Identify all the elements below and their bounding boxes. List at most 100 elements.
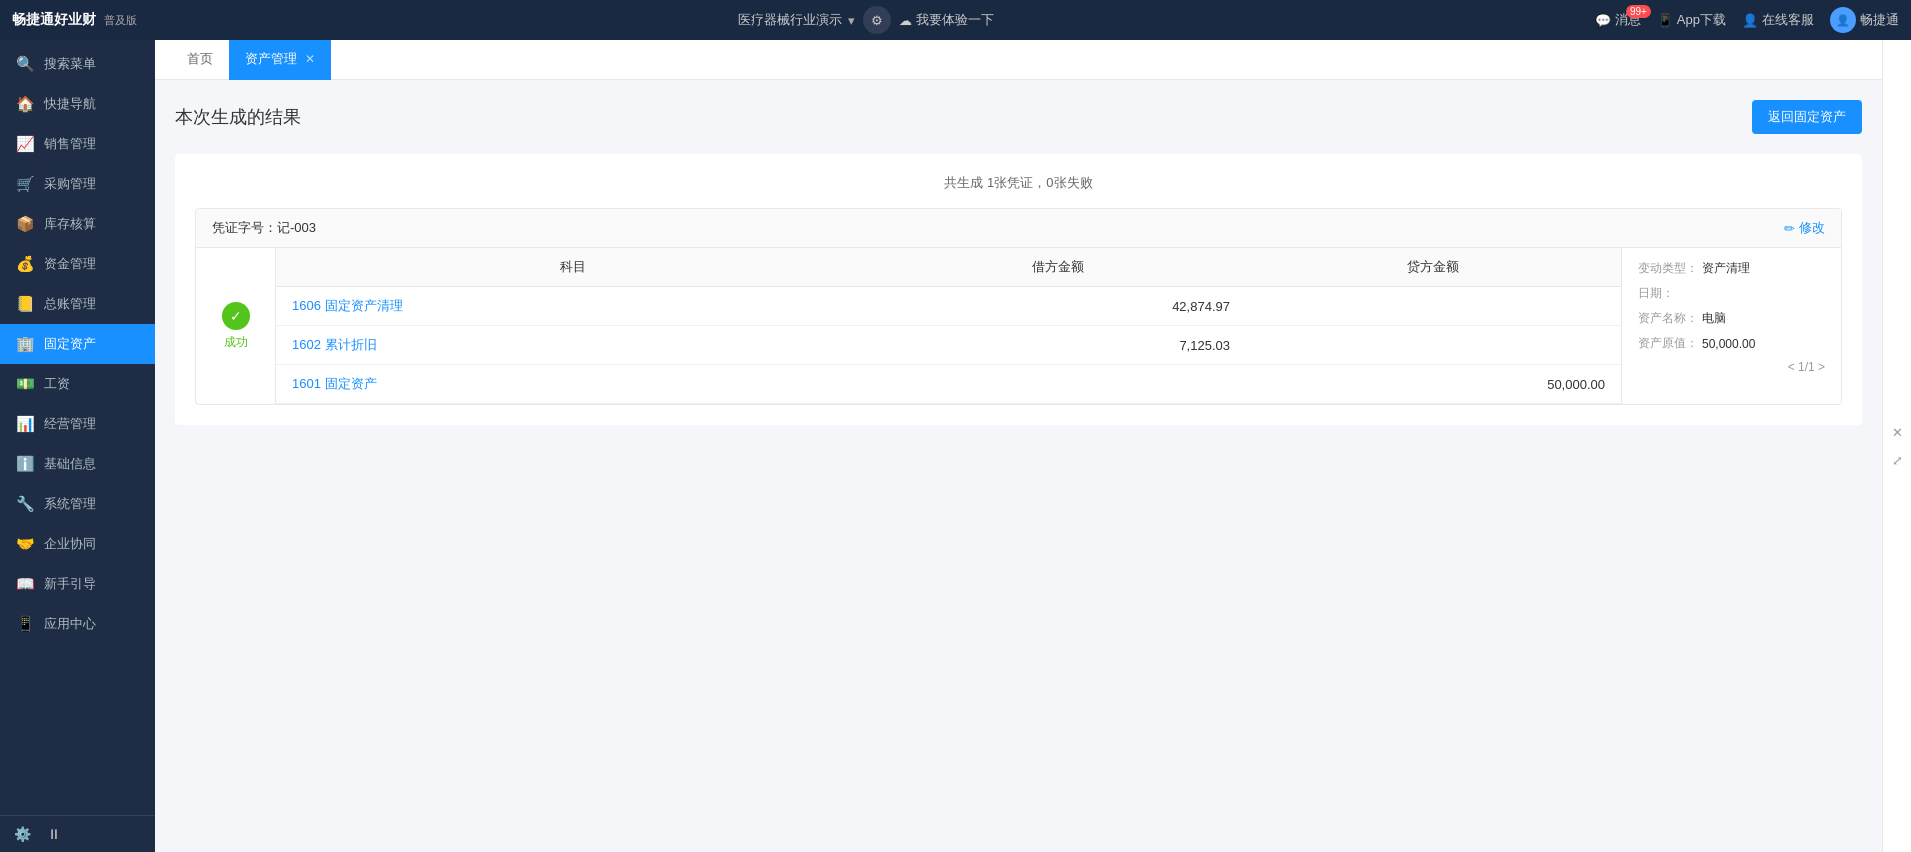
change-type-row: 变动类型： 资产清理 <box>1638 260 1825 277</box>
company-selector[interactable]: 医疗器械行业演示 ▾ <box>738 11 855 29</box>
tab-home-label: 首页 <box>187 50 213 68</box>
app-download-label: App下载 <box>1677 11 1726 29</box>
user-menu[interactable]: 👤 畅捷通 <box>1830 7 1899 33</box>
voucher-content: ✓ 成功 科目 借方金额 贷方金额 <box>196 248 1841 404</box>
sidebar-bottom: ⚙️ ⏸ <box>0 815 155 852</box>
sidebar-item-sales[interactable]: 📈 销售管理 <box>0 124 155 164</box>
panel-close-button[interactable]: ✕ <box>1885 420 1909 444</box>
sidebar-label-enterprise: 企业协同 <box>44 535 96 553</box>
sidebar-label-system: 系统管理 <box>44 495 96 513</box>
asset-name-row: 资产名称： 电脑 <box>1638 310 1825 327</box>
system-icon: 🔧 <box>16 495 34 513</box>
date-row: 日期： <box>1638 285 1825 302</box>
date-label: 日期： <box>1638 285 1702 302</box>
online-service-button[interactable]: 👤 在线客服 <box>1742 11 1814 29</box>
pagination-text[interactable]: < 1/1 > <box>1788 360 1825 374</box>
sidebar-label-quicknav: 快捷导航 <box>44 95 96 113</box>
row1-subject: 1606 固定资产清理 <box>276 287 871 326</box>
sidebar-item-search[interactable]: 🔍 搜索菜单 <box>0 44 155 84</box>
username: 畅捷通 <box>1860 11 1899 29</box>
messages-badge: 99+ <box>1626 5 1651 18</box>
sidebar-item-business[interactable]: 📊 经营管理 <box>0 404 155 444</box>
sidebar-label-ledger: 总账管理 <box>44 295 96 313</box>
panel-expand-button[interactable]: ⤢ <box>1885 448 1909 472</box>
tab-close-icon[interactable]: ✕ <box>305 52 315 66</box>
sidebar-item-funds[interactable]: 💰 资金管理 <box>0 244 155 284</box>
top-bar-right: 💬 消息 99+ 📱 App下载 👤 在线客服 👤 畅捷通 <box>1595 7 1899 33</box>
asset-name-label: 资产名称： <box>1638 310 1702 327</box>
top-bar-center: 医疗器械行业演示 ▾ ⚙ ☁ 我要体验一下 <box>738 6 994 34</box>
sidebar-item-salary[interactable]: 💵 工资 <box>0 364 155 404</box>
row3-debit <box>871 365 1246 404</box>
app-logo: 畅捷通好业财 <box>12 11 96 29</box>
inventory-icon: 📦 <box>16 215 34 233</box>
messages-button[interactable]: 💬 消息 99+ <box>1595 11 1641 29</box>
page-content: 本次生成的结果 返回固定资产 共生成 1张凭证，0张失败 凭证字号：记-003 … <box>155 80 1882 852</box>
row1-debit: 42,874.97 <box>871 287 1246 326</box>
change-type-label: 变动类型： <box>1638 260 1702 277</box>
service-icon: 👤 <box>1742 13 1758 28</box>
top-bar: 畅捷通好业财 普及版 医疗器械行业演示 ▾ ⚙ ☁ 我要体验一下 💬 消息 99… <box>0 0 1911 40</box>
download-icon: 📱 <box>1657 13 1673 28</box>
settings-bottom-icon[interactable]: ⚙️ <box>14 826 31 842</box>
asset-value-value: 50,000.00 <box>1702 337 1755 351</box>
success-cell: ✓ 成功 <box>212 292 260 361</box>
settings-button[interactable]: ⚙ <box>863 6 891 34</box>
pagination: < 1/1 > <box>1638 360 1825 374</box>
sidebar-label-business: 经营管理 <box>44 415 96 433</box>
collapse-icon[interactable]: ⏸ <box>47 826 61 842</box>
result-summary: 共生成 1张凭证，0张失败 <box>195 174 1842 192</box>
sales-icon: 📈 <box>16 135 34 153</box>
company-name: 医疗器械行业演示 <box>738 11 842 29</box>
col-credit: 贷方金额 <box>1246 248 1621 287</box>
sidebar-item-fixed-assets[interactable]: 🏢 固定资产 <box>0 324 155 364</box>
search-icon: 🔍 <box>16 55 34 73</box>
sidebar-label-search: 搜索菜单 <box>44 55 96 73</box>
sidebar-item-enterprise[interactable]: 🤝 企业协同 <box>0 524 155 564</box>
sidebar-label-salary: 工资 <box>44 375 70 393</box>
sidebar-item-purchase[interactable]: 🛒 采购管理 <box>0 164 155 204</box>
sidebar-label-fixed-assets: 固定资产 <box>44 335 96 353</box>
edit-icon: ✏ <box>1784 221 1795 236</box>
sidebar-label-sales: 销售管理 <box>44 135 96 153</box>
online-service-label: 在线客服 <box>1762 11 1814 29</box>
sidebar: 🔍 搜索菜单 🏠 快捷导航 📈 销售管理 🛒 采购管理 📦 库存核算 💰 <box>0 40 155 852</box>
row2-credit <box>1246 326 1621 365</box>
edit-label: 修改 <box>1799 219 1825 237</box>
main-wrapper: 🔍 搜索菜单 🏠 快捷导航 📈 销售管理 🛒 采购管理 📦 库存核算 💰 <box>0 40 1911 852</box>
tab-asset-mgmt[interactable]: 资产管理 ✕ <box>229 40 331 80</box>
sidebar-item-apps[interactable]: 📱 应用中心 <box>0 604 155 644</box>
sidebar-item-guide[interactable]: 📖 新手引导 <box>0 564 155 604</box>
fixed-assets-icon: 🏢 <box>16 335 34 353</box>
app-download-button[interactable]: 📱 App下载 <box>1657 11 1726 29</box>
sidebar-label-basic-info: 基础信息 <box>44 455 96 473</box>
experience-button[interactable]: ☁ 我要体验一下 <box>899 11 994 29</box>
sidebar-item-inventory[interactable]: 📦 库存核算 <box>0 204 155 244</box>
right-panel-controls: ✕ ⤢ <box>1882 40 1911 852</box>
message-icon: 💬 <box>1595 13 1611 28</box>
funds-icon: 💰 <box>16 255 34 273</box>
edition-badge: 普及版 <box>104 13 137 28</box>
sidebar-label-funds: 资金管理 <box>44 255 96 273</box>
salary-icon: 💵 <box>16 375 34 393</box>
voucher-section: 凭证字号：记-003 ✏ 修改 ✓ 成功 <box>195 208 1842 405</box>
asset-name-value: 电脑 <box>1702 310 1726 327</box>
asset-value-row: 资产原值： 50,000.00 <box>1638 335 1825 352</box>
tab-home[interactable]: 首页 <box>171 40 229 80</box>
side-info-panel: 变动类型： 资产清理 日期： 资产名称： 电脑 <box>1621 248 1841 404</box>
sidebar-item-quicknav[interactable]: 🏠 快捷导航 <box>0 84 155 124</box>
basic-info-icon: ℹ️ <box>16 455 34 473</box>
sidebar-item-basic-info[interactable]: ℹ️ 基础信息 <box>0 444 155 484</box>
asset-value-label: 资产原值： <box>1638 335 1702 352</box>
sidebar-item-system[interactable]: 🔧 系统管理 <box>0 484 155 524</box>
voucher-edit-button[interactable]: ✏ 修改 <box>1784 219 1825 237</box>
voucher-table-area: 科目 借方金额 贷方金额 1606 固定资产清理 42,874.97 <box>276 248 1621 404</box>
status-column: ✓ 成功 <box>196 248 276 404</box>
page-title: 本次生成的结果 <box>175 105 301 129</box>
return-button[interactable]: 返回固定资产 <box>1752 100 1862 134</box>
home-icon: 🏠 <box>16 95 34 113</box>
sidebar-item-ledger[interactable]: 📒 总账管理 <box>0 284 155 324</box>
ledger-icon: 📒 <box>16 295 34 313</box>
sidebar-label-apps: 应用中心 <box>44 615 96 633</box>
change-type-value: 资产清理 <box>1702 260 1750 277</box>
